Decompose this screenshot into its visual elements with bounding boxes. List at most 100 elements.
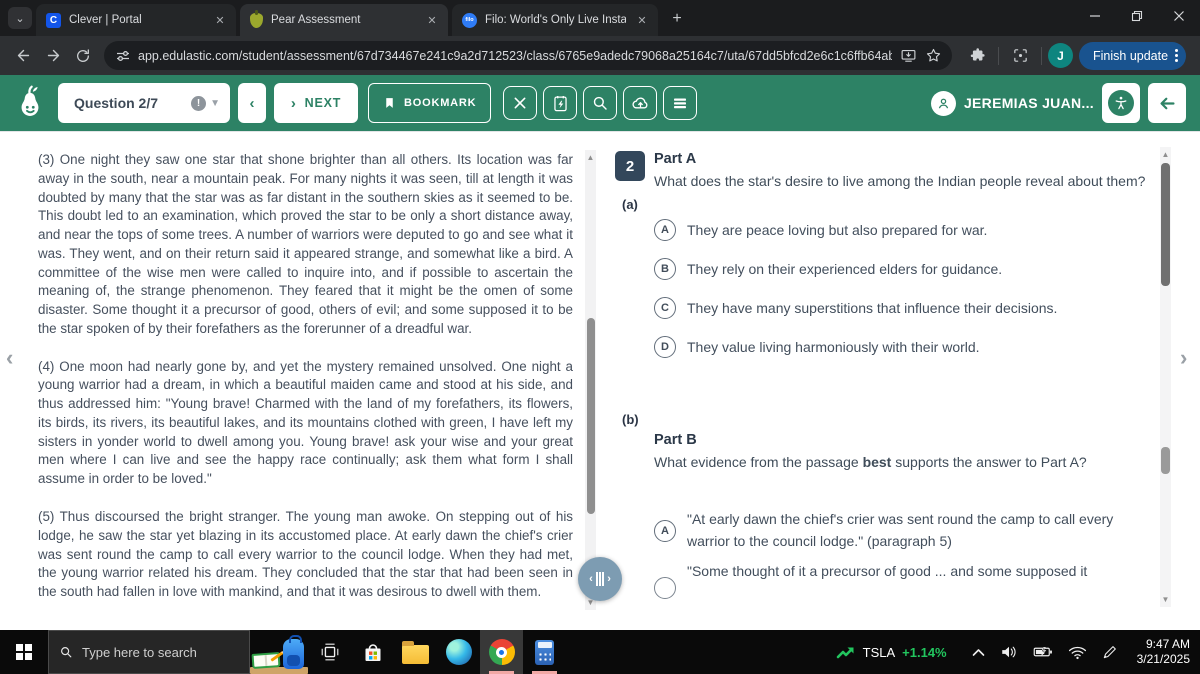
part-a-title: Part A [654, 151, 697, 167]
screen-capture-icon[interactable] [1005, 41, 1035, 71]
edge-button[interactable] [437, 630, 480, 674]
cross-out-tool-button[interactable] [503, 86, 538, 120]
url-bar[interactable]: app.edulastic.com/student/assessment/67d… [104, 41, 952, 70]
part-b-label: (b) [622, 412, 639, 427]
scroll-down-icon[interactable]: ▼ [1160, 595, 1171, 604]
start-button[interactable] [0, 630, 48, 674]
question-scrollbar-thumb[interactable] [1161, 163, 1170, 286]
taskbar-clock[interactable]: 9:47 AM 3/21/2025 [1137, 637, 1190, 667]
file-explorer-button[interactable] [394, 630, 437, 674]
option-b[interactable]: B They rely on their experienced elders … [654, 258, 1157, 280]
student-name: JEREMIAS JUAN... [963, 95, 1094, 111]
assessment-content: (3) One night they saw one star that sho… [0, 131, 1200, 630]
option-c[interactable]: C They have many superstitions that infl… [654, 297, 1157, 319]
magnifier-icon [594, 96, 608, 110]
tab-filo[interactable]: filo Filo: World's Only Live Instant T ✕ [452, 4, 658, 36]
tab-search-chevron-icon[interactable]: ⌄ [8, 7, 32, 29]
magnifier-tool-button[interactable] [583, 86, 618, 120]
finish-update-label: Finish update [1093, 48, 1169, 63]
forward-icon[interactable] [38, 41, 68, 71]
passage-paragraph-4: (4) One moon had nearly gone by, and yet… [38, 358, 573, 487]
microsoft-store-button[interactable] [351, 630, 394, 674]
volume-icon[interactable] [1000, 644, 1018, 660]
option-a[interactable]: A "At early dawn the chief's crier was s… [654, 509, 1157, 552]
screen: ⌄ C Clever | Portal ✕ Pear Assessment ✕ … [0, 0, 1200, 674]
student-avatar-icon [930, 90, 956, 116]
task-view-button[interactable] [308, 630, 351, 674]
pen-icon[interactable] [1102, 644, 1118, 660]
reload-icon[interactable] [68, 41, 98, 71]
page-next-chevron[interactable]: › [1180, 345, 1187, 371]
search-input[interactable] [82, 644, 232, 660]
drag-bars-icon [595, 572, 605, 586]
option-a[interactable]: A They are peace loving but also prepare… [654, 219, 1157, 241]
tab-pear-assessment[interactable]: Pear Assessment ✕ [240, 4, 448, 36]
cloud-upload-icon [632, 97, 648, 109]
question-selector[interactable]: Question 2/7 ! ▼ [58, 83, 230, 123]
window-restore-button[interactable] [1116, 0, 1158, 32]
search-icon [61, 647, 72, 658]
calculator-tool-button[interactable] [543, 86, 578, 120]
option-text: "At early dawn the chief's crier was sen… [687, 511, 1114, 549]
window-controls [1074, 0, 1200, 32]
option-radio[interactable]: C [654, 297, 676, 319]
previous-question-button[interactable]: ‹ [238, 83, 266, 123]
close-icon [514, 97, 526, 109]
part-a-label: (a) [622, 197, 638, 212]
scroll-up-icon[interactable]: ▲ [585, 153, 596, 162]
chevron-down-icon: ▼ [210, 97, 220, 109]
taskbar-search[interactable] [48, 630, 250, 674]
option-radio[interactable]: B [654, 258, 676, 280]
calculator-button[interactable] [523, 630, 566, 674]
tab-title: Clever | Portal [69, 14, 142, 26]
option-text: They value living harmoniously with thei… [687, 339, 980, 355]
site-settings-icon[interactable] [116, 49, 130, 63]
chrome-button[interactable] [480, 630, 523, 674]
bookmark-label: BOOKMARK [404, 97, 477, 109]
option-d[interactable]: D They value living harmoniously with th… [654, 336, 1157, 358]
browser-menu-kebab-icon[interactable] [1175, 49, 1179, 62]
passage-scrollbar-thumb[interactable] [586, 318, 595, 514]
backpack-graphic [283, 635, 304, 669]
browser-profile-avatar[interactable]: J [1048, 43, 1073, 68]
option-radio[interactable]: A [654, 219, 676, 241]
new-tab-button[interactable]: + [666, 8, 688, 30]
back-icon[interactable] [8, 41, 38, 71]
window-minimize-button[interactable] [1074, 0, 1116, 32]
option-b-partial[interactable]: "Some thought of it a precursor of good … [654, 561, 1157, 600]
window-close-button[interactable] [1158, 0, 1200, 32]
finish-update-button[interactable]: Finish update [1079, 41, 1187, 70]
part-b-question-bold: best [862, 454, 892, 470]
stock-ticker-widget[interactable]: TSLA +1.14% [836, 645, 947, 660]
option-radio[interactable]: D [654, 336, 676, 358]
option-radio[interactable] [654, 577, 676, 600]
stock-symbol: TSLA [862, 644, 896, 660]
browser-tab-strip: ⌄ C Clever | Portal ✕ Pear Assessment ✕ … [0, 0, 1200, 36]
upload-cloud-tool-button[interactable] [623, 86, 658, 120]
battery-icon[interactable] [1033, 645, 1053, 659]
question-scrollbar[interactable]: ▲ ▼ [1160, 147, 1171, 607]
page-previous-chevron[interactable]: ‹ [6, 345, 13, 371]
inner-scrollbar-thumb[interactable] [1161, 447, 1170, 474]
wifi-icon[interactable] [1068, 645, 1087, 660]
bookmark-star-icon[interactable] [925, 47, 942, 64]
tab-title: Filo: World's Only Live Instant T [485, 14, 626, 26]
next-question-button[interactable]: › NEXT [274, 83, 358, 123]
extensions-puzzle-icon[interactable] [962, 41, 992, 71]
tray-expand-chevron-icon[interactable] [972, 648, 985, 657]
scroll-up-icon[interactable]: ▲ [1160, 150, 1171, 159]
passage-scrollbar[interactable]: ▲ ▼ [585, 150, 596, 610]
install-app-icon[interactable] [900, 47, 917, 64]
exit-assessment-button[interactable] [1148, 83, 1186, 123]
option-radio[interactable]: A [654, 520, 676, 542]
question-counter: Question 2/7 [74, 95, 159, 111]
bookmark-button[interactable]: BOOKMARK [368, 83, 492, 123]
windows-logo-icon [16, 644, 32, 660]
tab-clever-portal[interactable]: C Clever | Portal ✕ [36, 4, 236, 36]
tab-close-icon[interactable]: ✕ [424, 12, 440, 28]
menu-tool-button[interactable] [663, 86, 698, 120]
accessibility-button[interactable] [1102, 83, 1140, 123]
tab-close-icon[interactable]: ✕ [634, 12, 650, 28]
option-text: They rely on their experienced elders fo… [687, 261, 1003, 277]
tab-close-icon[interactable]: ✕ [212, 12, 228, 28]
